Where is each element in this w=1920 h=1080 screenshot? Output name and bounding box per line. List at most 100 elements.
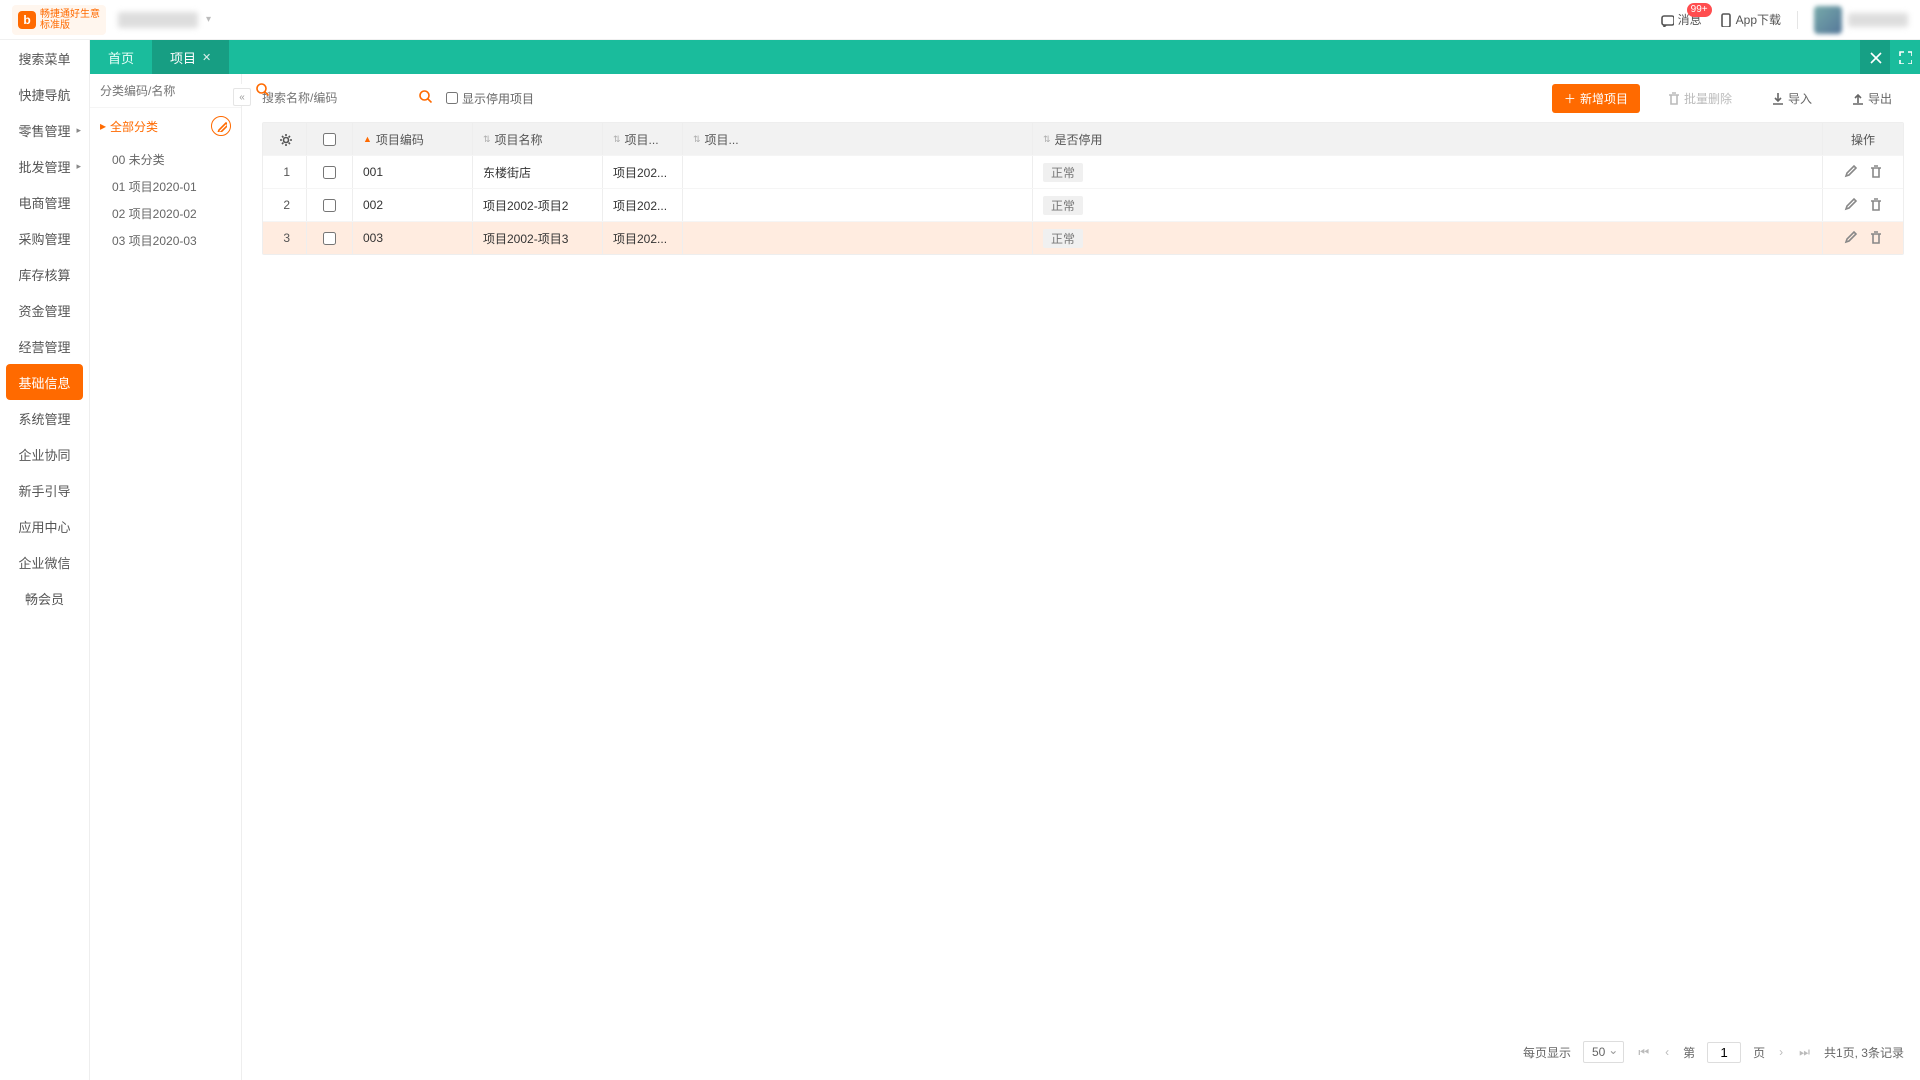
trash-icon xyxy=(1868,197,1882,211)
table-row[interactable]: 1001东楼街店项目202...正常 xyxy=(263,155,1903,188)
category-panel: ▸ 全部分类 00 未分类01 项目2020-0102 项目2020-0203 … xyxy=(90,74,242,1080)
col-project-code[interactable]: ▲项目编码 xyxy=(353,123,473,155)
category-root[interactable]: ▸ 全部分类 xyxy=(90,108,241,144)
chevron-down-icon: ▾ xyxy=(206,14,211,25)
close-tab-icon[interactable]: ✕ xyxy=(202,51,211,64)
close-icon xyxy=(1868,50,1882,64)
select-all-checkbox[interactable] xyxy=(323,133,336,146)
edit-categories-button[interactable] xyxy=(211,116,231,136)
sidebar-item[interactable]: 采购管理 xyxy=(0,220,89,256)
page-input[interactable] xyxy=(1707,1042,1741,1063)
pencil-icon xyxy=(216,121,227,132)
main-area: 显示停用项目 ＋ 新增项目 批量删除 导入 导出 xyxy=(242,74,1920,1080)
sidebar: 搜索菜单快捷导航零售管理▸批发管理▸电商管理采购管理库存核算资金管理经营管理基础… xyxy=(0,40,90,1080)
paginator: 每页显示 50 ⏮ ‹ 第 页 › ⏭ 共1页, 3条记录 xyxy=(262,1032,1904,1080)
brand-edition: 标准版 xyxy=(40,20,100,31)
project-table: ▲项目编码 ⇅项目名称 ⇅项目... ⇅项目... ⇅是否停用 操作 1001东… xyxy=(262,122,1904,255)
category-search-input[interactable] xyxy=(100,84,255,98)
chat-icon xyxy=(1660,13,1674,27)
pencil-icon xyxy=(1844,164,1858,178)
status-badge: 正常 xyxy=(1043,229,1083,248)
expand-icon xyxy=(1898,50,1912,64)
status-badge: 正常 xyxy=(1043,163,1083,182)
sidebar-item[interactable]: 库存核算 xyxy=(0,256,89,292)
chevron-right-icon: ▸ xyxy=(76,125,81,136)
col-status[interactable]: ⇅是否停用 xyxy=(1033,123,1823,155)
pencil-icon xyxy=(1844,197,1858,211)
brand-logo: b 畅捷通好生意 标准版 xyxy=(12,5,106,35)
sidebar-item[interactable]: 企业协同 xyxy=(0,436,89,472)
sidebar-item[interactable]: 快捷导航 xyxy=(0,76,89,112)
sidebar-item[interactable]: 批发管理▸ xyxy=(0,148,89,184)
trash-icon xyxy=(1868,164,1882,178)
row-checkbox[interactable] xyxy=(323,199,336,212)
category-item[interactable]: 00 未分类 xyxy=(112,146,241,173)
export-button[interactable]: 导出 xyxy=(1838,84,1904,113)
table-row[interactable]: 2002项目2002-项目2项目202...正常 xyxy=(263,188,1903,221)
sidebar-item[interactable]: 经营管理 xyxy=(0,328,89,364)
pencil-icon xyxy=(1844,230,1858,244)
column-settings-button[interactable] xyxy=(263,123,307,155)
new-project-button[interactable]: ＋ 新增项目 xyxy=(1552,84,1640,113)
table-row[interactable]: 3003项目2002-项目3项目202...正常 xyxy=(263,221,1903,254)
first-page-button[interactable]: ⏮ xyxy=(1636,1043,1651,1062)
edit-row-button[interactable] xyxy=(1844,164,1858,181)
phone-icon xyxy=(1718,13,1732,27)
fullscreen-button[interactable] xyxy=(1890,40,1920,74)
sidebar-item[interactable]: 企业微信 xyxy=(0,544,89,580)
col-project-ext1[interactable]: ⇅项目... xyxy=(603,123,683,155)
app-title-dropdown[interactable]: ▾ xyxy=(118,12,211,28)
gear-icon xyxy=(278,132,292,146)
search-icon[interactable] xyxy=(255,82,269,99)
category-item[interactable]: 03 项目2020-03 xyxy=(112,227,241,254)
delete-row-button[interactable] xyxy=(1868,164,1882,181)
toolbar: 显示停用项目 ＋ 新增项目 批量删除 导入 导出 xyxy=(262,74,1904,122)
last-page-button[interactable]: ⏭ xyxy=(1797,1043,1812,1062)
category-item[interactable]: 02 项目2020-02 xyxy=(112,200,241,227)
sidebar-item[interactable]: 零售管理▸ xyxy=(0,112,89,148)
import-button[interactable]: 导入 xyxy=(1758,84,1824,113)
delete-row-button[interactable] xyxy=(1868,197,1882,214)
sidebar-item[interactable]: 畅会员 xyxy=(0,580,89,616)
col-project-name[interactable]: ⇅项目名称 xyxy=(473,123,603,155)
sidebar-item[interactable]: 新手引导 xyxy=(0,472,89,508)
search-icon[interactable] xyxy=(418,89,432,106)
sidebar-item[interactable]: 应用中心 xyxy=(0,508,89,544)
chevron-right-icon: ▸ xyxy=(76,161,81,172)
tab[interactable]: 项目✕ xyxy=(152,40,229,74)
page-size-select[interactable]: 50 xyxy=(1583,1041,1624,1063)
sidebar-item[interactable]: 基础信息 xyxy=(6,364,83,400)
sidebar-item[interactable]: 系统管理 xyxy=(0,400,89,436)
sidebar-item[interactable]: 资金管理 xyxy=(0,292,89,328)
import-icon xyxy=(1770,91,1784,105)
tab-bar: 首页项目✕ xyxy=(0,40,1920,74)
next-page-button[interactable]: › xyxy=(1777,1043,1785,1061)
prev-page-button[interactable]: ‹ xyxy=(1663,1043,1671,1061)
sidebar-item[interactable]: 电商管理 xyxy=(0,184,89,220)
tab[interactable]: 首页 xyxy=(90,40,152,74)
export-icon xyxy=(1850,91,1864,105)
show-disabled-checkbox[interactable]: 显示停用项目 xyxy=(446,90,534,107)
delete-row-button[interactable] xyxy=(1868,230,1882,247)
messages-button[interactable]: 99+ 消息 xyxy=(1652,7,1710,32)
col-project-ext2[interactable]: ⇅项目... xyxy=(683,123,1033,155)
batch-delete-button: 批量删除 xyxy=(1654,84,1744,113)
status-badge: 正常 xyxy=(1043,196,1083,215)
row-checkbox[interactable] xyxy=(323,232,336,245)
edit-row-button[interactable] xyxy=(1844,197,1858,214)
category-item[interactable]: 01 项目2020-01 xyxy=(112,173,241,200)
sidebar-item[interactable]: 搜索菜单 xyxy=(0,40,89,76)
trash-icon xyxy=(1868,230,1882,244)
user-name xyxy=(1848,13,1908,27)
trash-icon xyxy=(1666,91,1680,105)
user-avatar[interactable] xyxy=(1814,6,1842,34)
close-tabs-button[interactable] xyxy=(1860,40,1890,74)
brand-mark: b xyxy=(18,11,36,29)
page-summary: 共1页, 3条记录 xyxy=(1824,1044,1904,1061)
edit-row-button[interactable] xyxy=(1844,230,1858,247)
app-download-button[interactable]: App下载 xyxy=(1710,7,1789,32)
col-ops: 操作 xyxy=(1823,123,1903,155)
row-checkbox[interactable] xyxy=(323,166,336,179)
search-input[interactable] xyxy=(262,85,418,111)
collapse-panel-button[interactable]: « xyxy=(233,88,251,106)
